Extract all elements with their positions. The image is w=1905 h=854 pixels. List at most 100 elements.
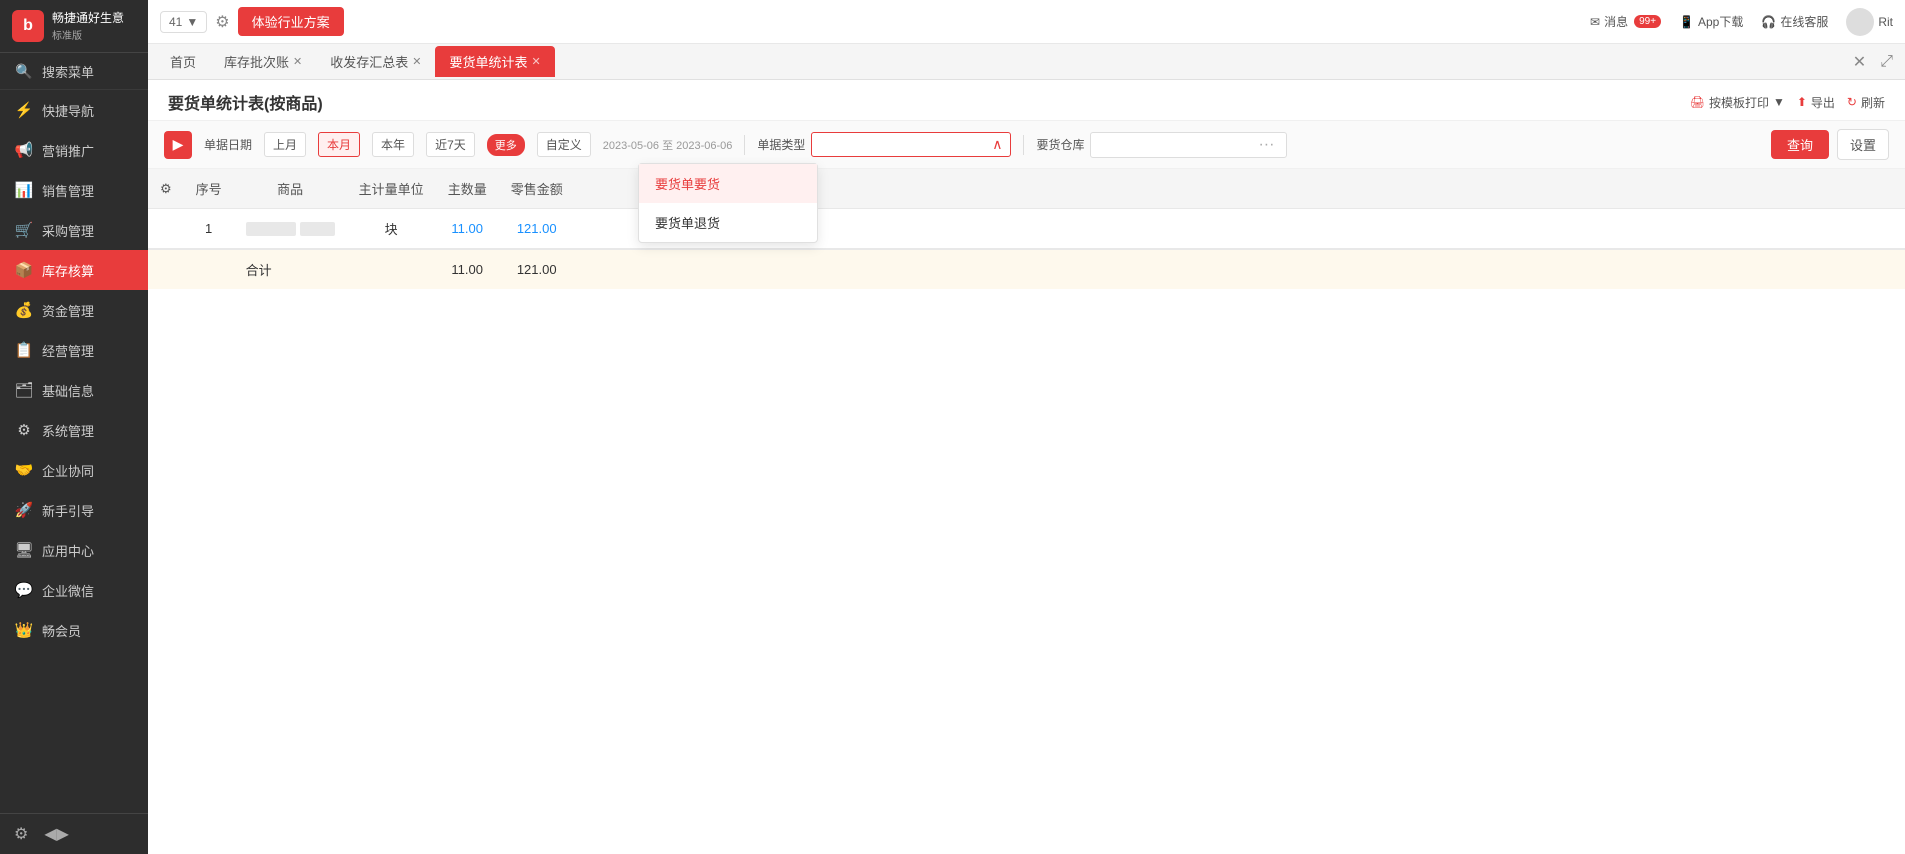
- type-filter-chevron-icon[interactable]: ∧: [992, 136, 1002, 153]
- topbar-gear-icon[interactable]: ⚙: [215, 12, 229, 32]
- sidebar-item-appstore[interactable]: 🖥 应用中心: [0, 530, 148, 570]
- online-service-item[interactable]: 🎧 在线客服: [1761, 13, 1828, 30]
- footer-no-cell: [184, 249, 234, 289]
- sidebar-item-enterprise[interactable]: 🤝 企业协同: [0, 450, 148, 490]
- sidebar-item-label: 销售管理: [42, 181, 94, 200]
- export-label: 导出: [1811, 94, 1835, 111]
- tab-order-summary-label: 要货单统计表: [449, 52, 527, 71]
- marketing-icon: 📢: [14, 140, 34, 160]
- footer-qty-cell: 11.00: [436, 249, 499, 289]
- type-filter-input[interactable]: [820, 138, 992, 152]
- date-btn-this-year[interactable]: 本年: [372, 132, 414, 157]
- qty-link[interactable]: 11.00: [451, 221, 483, 236]
- col-no-header: 序号: [184, 169, 234, 209]
- page-header: 要货单统计表(按商品) 🖨 按模板打印 ▼ ⬆ 导出 ↻ 刷新: [148, 80, 1905, 121]
- tab-home[interactable]: 首页: [156, 46, 210, 77]
- refresh-icon: ↻: [1847, 95, 1857, 109]
- sidebar-item-marketing[interactable]: 📢 营销推广: [0, 130, 148, 170]
- tabs-expand-btn[interactable]: ⤢: [1876, 51, 1897, 73]
- trial-btn[interactable]: 体验行业方案: [238, 7, 344, 36]
- user-avatar-item[interactable]: Rit: [1846, 8, 1893, 36]
- template-print-btn[interactable]: 🖨 按模板打印 ▼: [1690, 94, 1785, 111]
- sidebar-item-inventory[interactable]: 📦 库存核算: [0, 250, 148, 290]
- tab-order-summary-close[interactable]: ✕: [532, 55, 541, 68]
- purchase-icon: 🛒: [14, 220, 34, 240]
- refresh-label: 刷新: [1861, 94, 1885, 111]
- message-label: 消息: [1604, 13, 1628, 30]
- topbar-selector[interactable]: 41 ▼: [160, 11, 207, 33]
- sidebar-item-vip[interactable]: 👑 畅会员: [0, 610, 148, 650]
- logo-icon: b: [12, 10, 44, 42]
- filter-bar: ▶ 单据日期 上月 本月 本年 近7天 更多 自定义 2023-05-06 至 …: [148, 121, 1905, 169]
- product-placeholder-2: [300, 222, 335, 236]
- printer-icon: 🖨: [1690, 95, 1705, 109]
- row-no-cell: 1: [184, 209, 234, 250]
- tab-inventory-batch[interactable]: 库存批次账 ✕: [210, 46, 316, 77]
- warehouse-filter-input[interactable]: [1099, 138, 1254, 152]
- settings-bottom-icon[interactable]: ⚙: [14, 824, 28, 844]
- footer-extra-cell: [575, 249, 1905, 289]
- tabs-close-btn[interactable]: ✕: [1849, 50, 1870, 74]
- table-header-row: ⚙ 序号 商品 主计量单位 主数量 零售金额: [148, 169, 1905, 209]
- collapse-icon[interactable]: ◀▶: [44, 824, 69, 844]
- sidebar-item-guide[interactable]: 🚀 新手引导: [0, 490, 148, 530]
- query-btn[interactable]: 查询: [1771, 130, 1829, 159]
- sidebar-item-wechat[interactable]: 💬 企业微信: [0, 570, 148, 610]
- dropdown-item-order-request[interactable]: 要货单要货: [639, 164, 817, 203]
- sidebar-item-label: 营销推广: [42, 141, 94, 160]
- export-icon: ⬆: [1797, 95, 1807, 109]
- vip-icon: 👑: [14, 620, 34, 640]
- sales-icon: 📊: [14, 180, 34, 200]
- export-btn[interactable]: ⬆ 导出: [1797, 94, 1835, 111]
- filter-divider-1: [744, 135, 745, 155]
- sidebar-item-label: 企业微信: [42, 581, 94, 600]
- settings-btn[interactable]: 设置: [1837, 129, 1889, 160]
- col-amount-header: 零售金额: [499, 169, 575, 209]
- row-unit-cell: 块: [347, 209, 436, 250]
- date-btn-last-month[interactable]: 上月: [264, 132, 306, 157]
- footer-label-cell: 合计: [234, 249, 347, 289]
- type-filter-input-wrap[interactable]: ∧: [811, 132, 1011, 157]
- topbar: 41 ▼ ⚙ 体验行业方案 ✉ 消息 99+ 📱 App下载 🎧 在线客服 R: [148, 0, 1905, 44]
- sidebar-item-label: 经营管理: [42, 341, 94, 360]
- amount-link[interactable]: 121.00: [517, 221, 557, 236]
- date-btn-last-7[interactable]: 近7天: [426, 132, 475, 157]
- sidebar-item-operations[interactable]: 📋 经营管理: [0, 330, 148, 370]
- sidebar-item-purchase[interactable]: 🛒 采购管理: [0, 210, 148, 250]
- col-qty-header: 主数量: [436, 169, 499, 209]
- dropdown-item-order-return[interactable]: 要货单退货: [639, 203, 817, 242]
- tab-inventory-batch-close[interactable]: ✕: [293, 55, 302, 68]
- app-download-icon: 📱: [1679, 15, 1694, 29]
- tab-order-summary[interactable]: 要货单统计表 ✕: [435, 46, 554, 77]
- type-filter-section: 单据类型 ∧: [757, 132, 1011, 157]
- tab-receive-summary-label: 收发存汇总表: [330, 52, 408, 71]
- sidebar-item-system[interactable]: ⚙ 系统管理: [0, 410, 148, 450]
- message-item[interactable]: ✉ 消息 99+: [1590, 13, 1661, 30]
- app-download-item[interactable]: 📱 App下载: [1679, 13, 1743, 30]
- tabs-bar: 首页 库存批次账 ✕ 收发存汇总表 ✕ 要货单统计表 ✕ ✕ ⤢: [148, 44, 1905, 80]
- sidebar-item-finance[interactable]: 💰 资金管理: [0, 290, 148, 330]
- sidebar-item-label: 快捷导航: [42, 101, 94, 120]
- sidebar-search[interactable]: 🔍 搜索菜单: [0, 53, 148, 90]
- col-settings-header[interactable]: ⚙: [148, 169, 184, 209]
- topbar-left: 41 ▼ ⚙ 体验行业方案: [160, 7, 344, 36]
- date-btn-custom[interactable]: 自定义: [537, 132, 591, 157]
- template-print-chevron: ▼: [1773, 95, 1785, 109]
- date-btn-more[interactable]: 更多: [487, 134, 525, 156]
- date-btn-this-month[interactable]: 本月: [318, 132, 360, 157]
- sidebar-item-basic[interactable]: 🗂 基础信息: [0, 370, 148, 410]
- footer-unit-cell: [347, 249, 436, 289]
- filter-expand-btn[interactable]: ▶: [164, 131, 192, 159]
- sidebar-item-sales[interactable]: 📊 销售管理: [0, 170, 148, 210]
- tabs-end-btns: ✕ ⤢: [1849, 50, 1897, 74]
- selector-value: 41: [169, 15, 182, 29]
- tab-receive-summary[interactable]: 收发存汇总表 ✕: [316, 46, 435, 77]
- refresh-btn[interactable]: ↻ 刷新: [1847, 94, 1885, 111]
- appstore-icon: 🖥: [14, 540, 34, 560]
- tab-receive-summary-close[interactable]: ✕: [412, 55, 421, 68]
- warehouse-filter-dots-icon[interactable]: ···: [1254, 136, 1278, 154]
- date-range-text: 2023-05-06 至 2023-06-06: [603, 137, 733, 153]
- sidebar-item-quick-nav[interactable]: ⚡ 快捷导航: [0, 90, 148, 130]
- sidebar-item-label: 应用中心: [42, 541, 94, 560]
- warehouse-filter-input-wrap[interactable]: ···: [1090, 132, 1287, 158]
